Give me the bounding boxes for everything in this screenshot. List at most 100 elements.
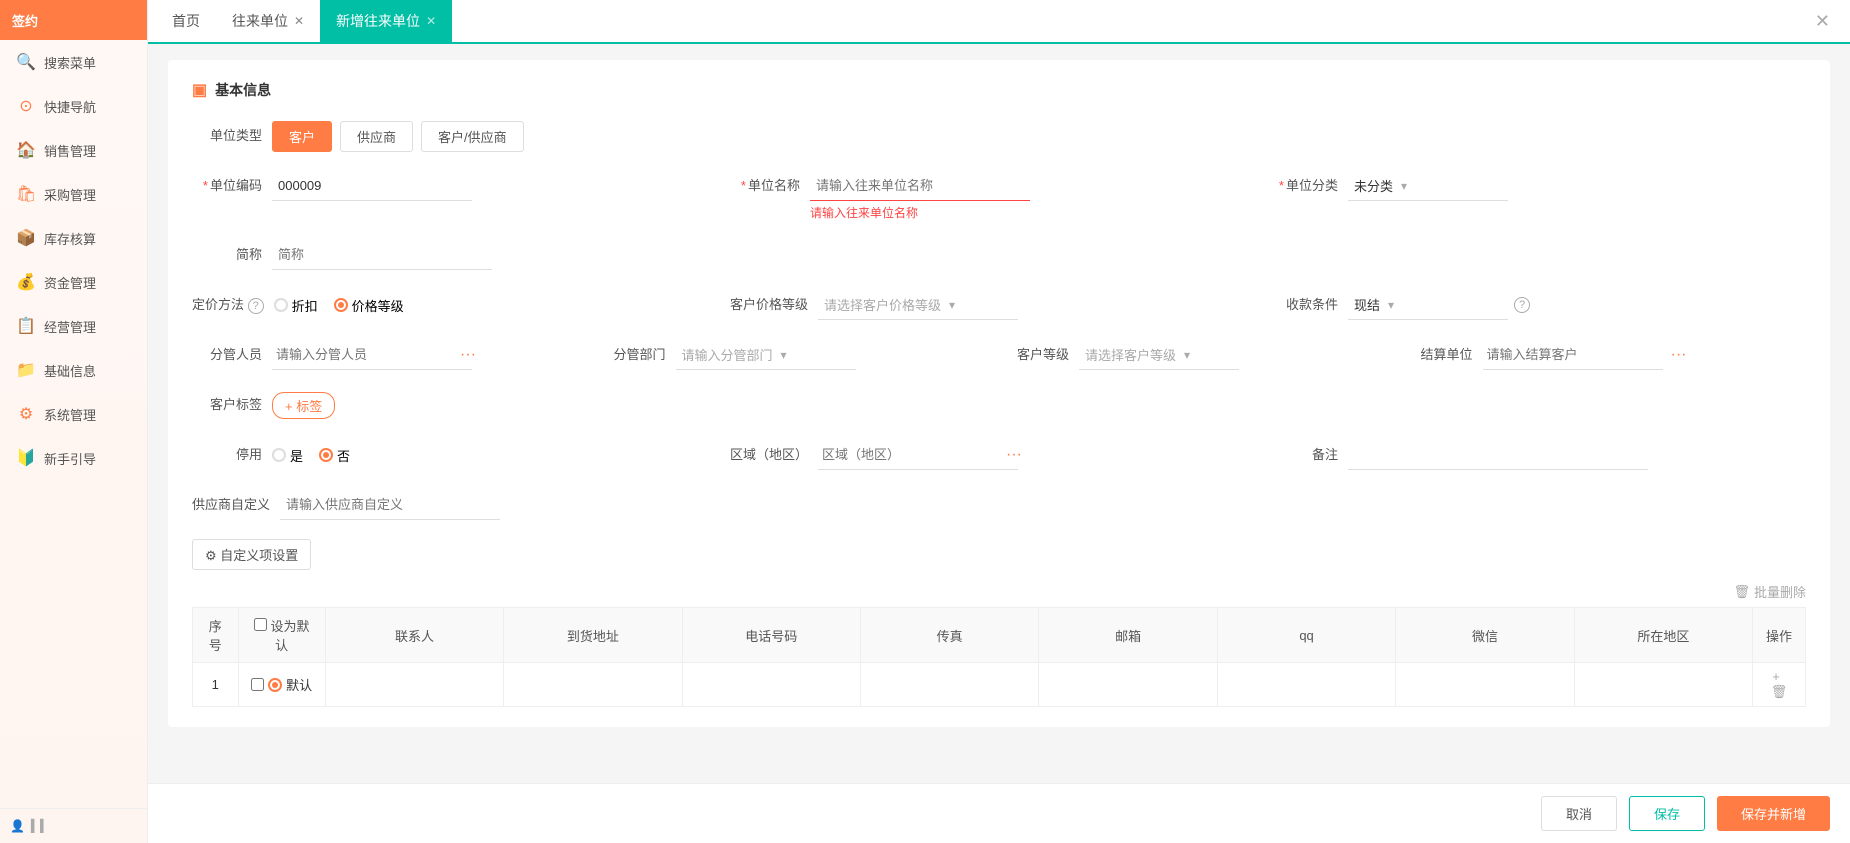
short-name-input[interactable] [272,240,492,270]
contacts-table-section: 🗑 批量删除 序号 设为默认 联系人 到货地址 [192,582,1806,707]
sidebar-item-purchase[interactable]: 🛍 采购管理 [0,172,147,216]
department-select[interactable]: 请输入分管部门 ▾ [676,340,856,370]
email-input[interactable] [1049,677,1206,692]
sidebar-item-finance[interactable]: 💰 资金管理 [0,260,147,304]
save-and-new-button[interactable]: 保存并新增 [1717,796,1830,831]
qq-input[interactable] [1228,677,1386,692]
cell-region[interactable] [1574,663,1752,707]
cell-phone[interactable] [682,663,860,707]
region-table-input[interactable] [1585,677,1742,692]
address-input[interactable] [514,677,671,692]
cell-qq[interactable] [1217,663,1396,707]
sidebar-item-system[interactable]: ⚙ 系统管理 [0,392,147,436]
required-star3: * [1279,178,1284,193]
main-close-button[interactable]: ✕ [1803,11,1842,32]
sidebar-item-guide[interactable]: 🔰 新手引导 [0,436,147,480]
unit-name-input[interactable] [810,171,1030,201]
supplier-custom-label: 供应商自定义 [192,489,280,521]
sidebar-item-inventory[interactable]: 📦 库存核算 [0,216,147,260]
sidebar-item-label: 系统管理 [44,405,96,424]
settlement-more-btn[interactable]: ··· [1671,346,1687,364]
custom-settings-button[interactable]: ⚙ 自定义项设置 [192,539,311,570]
unit-btn-customer[interactable]: 客户 [272,121,332,152]
cell-email[interactable] [1039,663,1217,707]
cancel-button[interactable]: 取消 [1541,796,1617,831]
save-button[interactable]: 保存 [1629,796,1705,831]
radio-discount[interactable]: 折扣 [274,296,318,315]
add-tag-button[interactable]: + 标签 [272,392,335,419]
customer-level-select[interactable]: 请选择客户等级 ▾ [1079,340,1239,370]
col-default: 设为默认 [238,608,325,663]
unit-code-label: *单位编码 [192,170,272,202]
row-default-radio[interactable]: 默认 [268,675,312,694]
sidebar-item-label: 快捷导航 [44,97,96,116]
wechat-input[interactable] [1406,677,1563,692]
row-checkbox[interactable] [251,678,264,691]
remarks-input[interactable] [1348,440,1648,470]
supplier-custom-row: 供应商自定义 [192,489,1806,521]
radio-price-level[interactable]: 价格等级 [334,296,404,315]
pricing-radio-group: 折扣 价格等级 [274,296,404,315]
unit-btn-both[interactable]: 客户/供应商 [421,121,524,152]
user-avatar-icon: 👤 [10,819,25,833]
radio-disabled-no[interactable]: 否 [319,446,350,465]
region-input[interactable] [818,447,1002,462]
unit-name-error: 请输入往来单位名称 [810,204,918,221]
radio-disabled-yes[interactable]: 是 [272,446,303,465]
region-more-btn[interactable]: ··· [1006,446,1022,464]
payment-terms-select[interactable]: 现结 ▾ [1348,290,1508,320]
department-placeholder: 请输入分管部门 [682,345,773,364]
delete-row-btn[interactable]: 🗑 [1771,684,1788,699]
tab-new-partner-close[interactable]: ✕ [426,14,436,28]
sidebar-item-sales[interactable]: 🏠 销售管理 [0,128,147,172]
unit-category-field: *单位分类 未分类 ▾ [1268,170,1806,202]
customer-tag-row: 客户标签 + 标签 [192,389,1806,421]
tab-home[interactable]: 首页 [156,0,216,44]
pricing-help-icon[interactable]: ? [248,298,264,314]
add-row-btn[interactable]: + [1772,669,1780,684]
department-field: 分管部门 请输入分管部门 ▾ [596,339,1000,371]
sidebar-item-label: 经营管理 [44,317,96,336]
customer-level-arrow-icon: ▾ [1184,348,1190,362]
radio-no-label: 否 [337,446,350,465]
batch-delete-icon: 🗑 [1733,584,1750,600]
settlement-field: 结算单位 ··· [1403,339,1807,371]
basic-info-card: ▣ 基本信息 单位类型 客户 供应商 客户/供应商 [168,60,1830,727]
unit-category-select[interactable]: 未分类 ▾ [1348,171,1508,201]
sidebar-item-operations[interactable]: 📋 经营管理 [0,304,147,348]
tab-partners[interactable]: 往来单位 ✕ [216,0,320,44]
finance-icon: 💰 [16,272,36,292]
batch-delete-button[interactable]: 🗑 批量删除 [1733,582,1806,601]
supplier-custom-input[interactable] [280,490,500,520]
sidebar-item-search[interactable]: 🔍 搜索菜单 [0,40,147,84]
unit-btn-supplier[interactable]: 供应商 [340,121,413,152]
sidebar-item-basic[interactable]: 📁 基础信息 [0,348,147,392]
phone-input[interactable] [693,677,850,692]
cell-address[interactable] [504,663,682,707]
tab-new-partner[interactable]: 新增往来单位 ✕ [320,0,452,44]
tab-partners-close[interactable]: ✕ [294,14,304,28]
customer-level-label: 客户等级 [999,339,1079,371]
contact-input[interactable] [336,677,493,692]
contacts-table: 序号 设为默认 联系人 到货地址 电话号码 传真 邮箱 qq 微信 [192,607,1806,707]
price-level-arrow-icon: ▾ [949,298,955,312]
settlement-input[interactable] [1483,347,1667,362]
customer-price-level-select[interactable]: 请选择客户价格等级 ▾ [818,290,1018,320]
payment-help-icon[interactable]: ? [1514,297,1530,313]
action-bar: 取消 保存 保存并新增 [148,783,1850,843]
manager-more-btn[interactable]: ··· [460,346,476,364]
col-action: 操作 [1753,608,1806,663]
payment-terms-value: 现结 [1354,295,1380,314]
cell-contact[interactable] [325,663,503,707]
search-icon: 🔍 [16,52,36,72]
select-all-checkbox[interactable] [254,618,267,631]
supplier-custom-field: 供应商自定义 [192,489,1806,521]
unit-code-input[interactable] [272,171,472,201]
manager-input[interactable] [272,347,456,362]
sidebar-item-quick-nav[interactable]: ⊙ 快捷导航 [0,84,147,128]
sales-icon: 🏠 [16,140,36,160]
fax-input[interactable] [871,677,1028,692]
disabled-radio-group: 是 否 [272,446,350,465]
cell-fax[interactable] [860,663,1038,707]
cell-wechat[interactable] [1396,663,1574,707]
